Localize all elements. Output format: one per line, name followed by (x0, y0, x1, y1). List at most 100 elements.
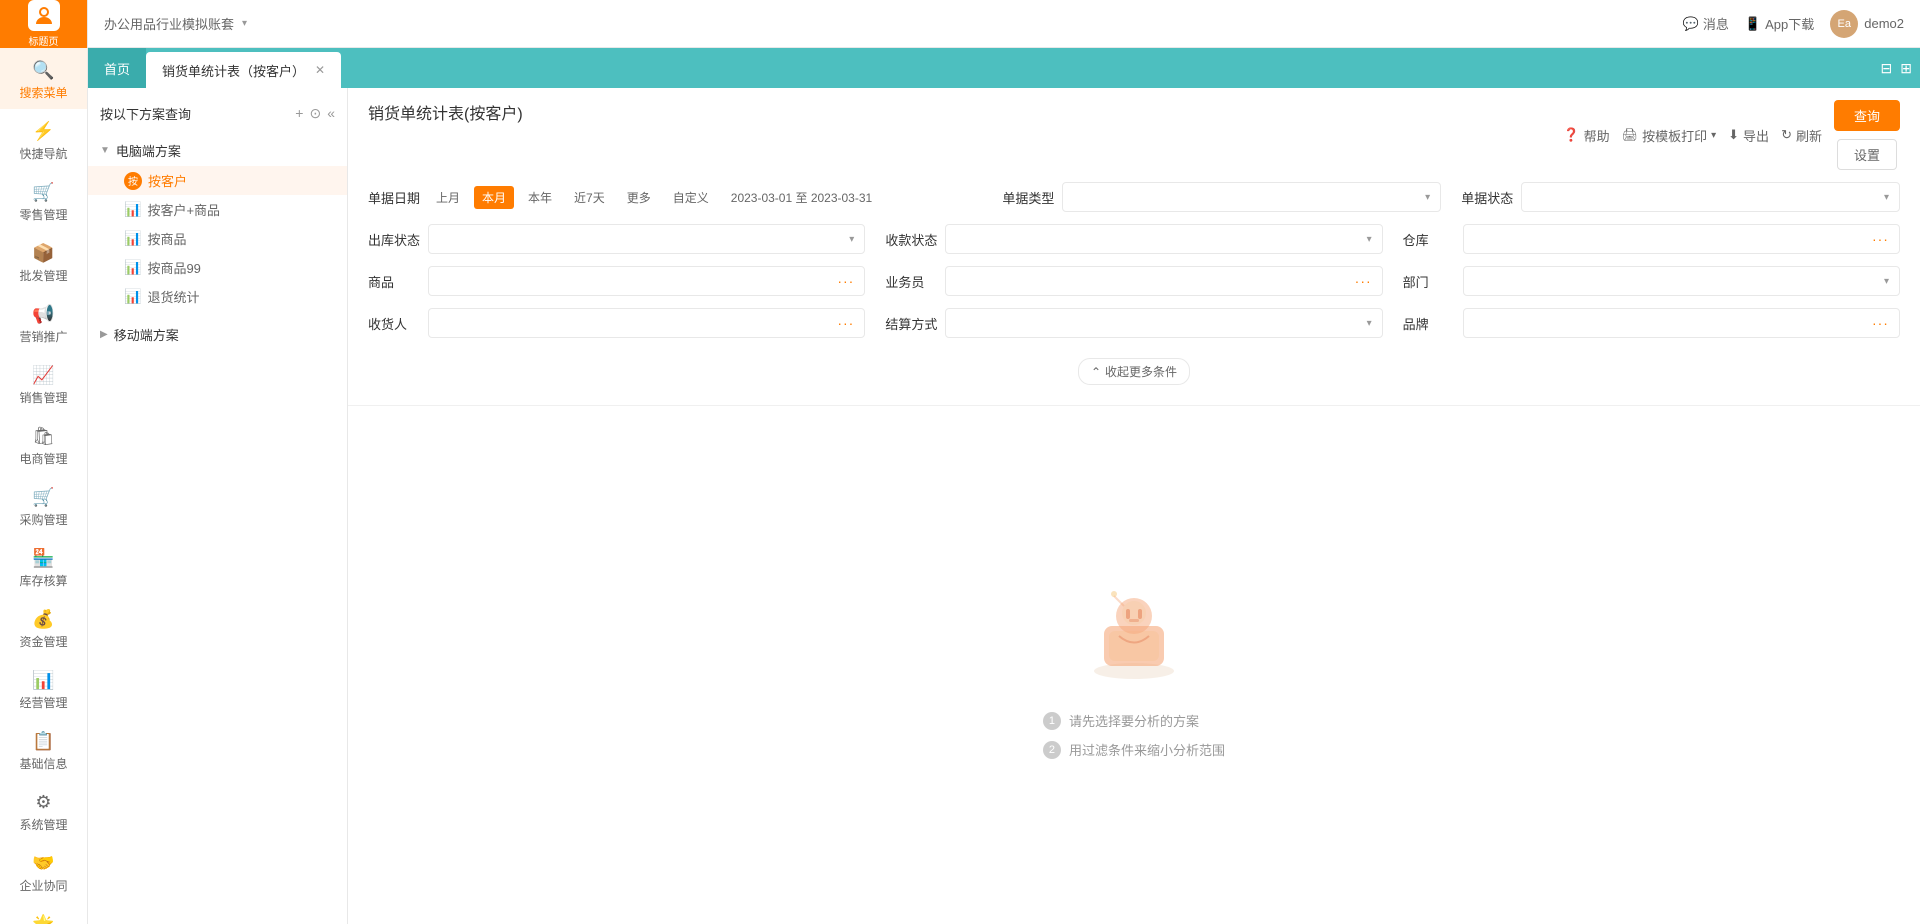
user-profile-btn[interactable]: Ea demo2 (1830, 10, 1904, 38)
goods-more-icon: ··· (837, 273, 854, 289)
out-status-label: 出库状态 (368, 230, 428, 249)
collapse-panel-btn[interactable]: « (327, 105, 335, 122)
empty-tip-1: 1 请先选择要分析的方案 (1043, 711, 1225, 730)
industry-label[interactable]: 办公用品行业模拟账套 (104, 14, 234, 33)
sidebar-item-system[interactable]: ⚙ 系统管理 (0, 780, 87, 841)
sidebar-item-search-menu[interactable]: 🔍 搜索菜单 (0, 48, 87, 109)
query-button[interactable]: 查询 (1834, 100, 1900, 131)
tip-text-1: 请先选择要分析的方案 (1069, 711, 1199, 730)
receipt-status-control[interactable]: ▾ (945, 224, 1382, 254)
date-tab-last-7[interactable]: 近7天 (566, 186, 613, 209)
sidebar-item-sales[interactable]: 📈 销售管理 (0, 353, 87, 414)
empty-state: 1 请先选择要分析的方案 2 用过滤条件来缩小分析范围 (348, 406, 1920, 924)
message-btn[interactable]: 💬 消息 (1683, 14, 1729, 33)
tab-sales-stats[interactable]: 销货单统计表（按客户） ✕ (146, 52, 341, 88)
date-tab-last-month[interactable]: 上月 (428, 186, 468, 209)
return-stats-icon: 📊 (124, 288, 141, 305)
filter-row-1: 单据日期 上月 本月 本年 近7天 更多 自定义 2023-03-01 至 20… (368, 182, 1900, 212)
by-cust-goods-icon: 📊 (124, 201, 141, 218)
filter-doc-status: 单据状态 ▾ (1461, 182, 1900, 212)
receiver-control[interactable]: ··· (428, 308, 865, 338)
sidebar-item-operations[interactable]: 📊 经营管理 (0, 658, 87, 719)
tree-expand-icon: ▼ (100, 145, 110, 156)
user-avatar: Ea (1830, 10, 1858, 38)
filter-receipt-status: 收款状态 ▾ (885, 224, 1382, 254)
tab-minimize-icon[interactable]: ⊟ (1881, 60, 1893, 77)
sidebar-label-quick: 快捷导航 (19, 145, 67, 162)
left-panel: 按以下方案查询 + ⊙ « ▼ 电脑端方案 按 按客户 📊 按客 (88, 88, 348, 924)
date-tab-custom[interactable]: 自定义 (665, 186, 717, 209)
sidebar-item-newbie[interactable]: 🌟 新手引导 (0, 902, 87, 924)
logo-area[interactable]: 标题页 (0, 0, 87, 48)
out-status-dropdown-icon: ▾ (849, 234, 854, 245)
print-icon: 🖨 (1622, 127, 1639, 143)
doc-status-label: 单据状态 (1461, 188, 1521, 207)
filter-row-2: 出库状态 ▾ 收款状态 ▾ (368, 224, 1900, 254)
logo-text: 标题页 (29, 33, 59, 48)
sidebar-item-marketing[interactable]: 📢 营销推广 (0, 292, 87, 353)
sidebar-label-sales: 销售管理 (19, 389, 67, 406)
marketing-icon: 📢 (32, 304, 54, 325)
tree-child-by-goods-99[interactable]: 📊 按商品99 (88, 253, 347, 282)
sidebar-item-finance[interactable]: 💰 资金管理 (0, 597, 87, 658)
add-scheme-btn[interactable]: + (295, 105, 303, 122)
wholesale-icon: 📦 (32, 243, 54, 264)
help-btn[interactable]: ❓ 帮助 (1563, 126, 1609, 145)
doc-type-label: 单据类型 (1002, 188, 1062, 207)
settlement-control[interactable]: ▾ (945, 308, 1382, 338)
tree-parent-mobile[interactable]: ▶ 移动端方案 (88, 319, 347, 350)
tab-maximize-icon[interactable]: ⊞ (1900, 60, 1912, 77)
main-area: 办公用品行业模拟账套 ▾ 💬 消息 📱 App下载 Ea demo2 首页 (88, 0, 1920, 924)
sidebar-item-enterprise[interactable]: 🤝 企业协同 (0, 841, 87, 902)
sidebar-item-purchase[interactable]: 🛒 采购管理 (0, 475, 87, 536)
by-goods-icon: 📊 (124, 230, 141, 247)
print-btn[interactable]: 🖨 按模板打印 ▾ (1622, 126, 1717, 145)
tree-child-by-customer-goods[interactable]: 📊 按客户+商品 (88, 195, 347, 224)
retail-icon: 🛒 (32, 182, 54, 203)
tab-home[interactable]: 首页 (88, 48, 146, 88)
refresh-btn[interactable]: ↻ 刷新 (1781, 126, 1822, 145)
department-control[interactable]: ▾ (1463, 266, 1900, 296)
warehouse-control[interactable]: ··· (1463, 224, 1900, 254)
sidebar-label-enterprise: 企业协同 (19, 877, 67, 894)
sidebar-item-retail[interactable]: 🛒 零售管理 (0, 170, 87, 231)
doc-type-control[interactable]: ▾ (1062, 182, 1441, 212)
filter-date: 单据日期 上月 本月 本年 近7天 更多 自定义 2023-03-01 至 20… (368, 186, 982, 209)
goods-label: 商品 (368, 272, 428, 291)
sidebar-item-quick-nav[interactable]: ⚡ 快捷导航 (0, 109, 87, 170)
sidebar-label-ecommerce: 电商管理 (19, 450, 67, 467)
industry-dropdown-icon[interactable]: ▾ (242, 18, 247, 29)
tree-child-goods99-label: 按商品99 (147, 258, 200, 277)
header-left: 办公用品行业模拟账套 ▾ (104, 14, 247, 33)
app-download-btn[interactable]: 📱 App下载 (1745, 14, 1814, 33)
collapse-btn[interactable]: ⌃ 收起更多条件 (1078, 358, 1190, 385)
goods-control[interactable]: ··· (428, 266, 865, 296)
department-dropdown-icon: ▾ (1884, 276, 1889, 287)
settings-button[interactable]: 设置 (1837, 139, 1897, 170)
settings-scheme-btn[interactable]: ⊙ (309, 105, 321, 122)
sidebar-item-inventory[interactable]: 🏪 库存核算 (0, 536, 87, 597)
date-tab-this-year[interactable]: 本年 (520, 186, 560, 209)
out-status-control[interactable]: ▾ (428, 224, 865, 254)
right-panel: 销货单统计表(按客户) ❓ 帮助 🖨 按模板打印 ▾ ⬇ (348, 88, 1920, 924)
sidebar-item-basic[interactable]: 📋 基础信息 (0, 719, 87, 780)
tab-close-icon[interactable]: ✕ (315, 63, 325, 77)
salesperson-control[interactable]: ··· (945, 266, 1382, 296)
doc-status-control[interactable]: ▾ (1521, 182, 1900, 212)
tree-parent-desktop[interactable]: ▼ 电脑端方案 (88, 135, 347, 166)
date-tab-more[interactable]: 更多 (619, 186, 659, 209)
tree-child-by-goods[interactable]: 📊 按商品 (88, 224, 347, 253)
export-btn[interactable]: ⬇ 导出 (1728, 126, 1769, 145)
tree-child-by-customer[interactable]: 按 按客户 (88, 166, 347, 195)
tree-child-return-stats[interactable]: 📊 退货统计 (88, 282, 347, 311)
brand-control[interactable]: ··· (1463, 308, 1900, 338)
filter-out-status: 出库状态 ▾ (368, 224, 865, 254)
date-tab-this-month[interactable]: 本月 (474, 186, 514, 209)
sidebar-item-wholesale[interactable]: 📦 批发管理 (0, 231, 87, 292)
tab-expand-area: ⊟ ⊞ (1881, 60, 1912, 77)
tree-section-mobile: ▶ 移动端方案 (88, 315, 347, 354)
collapse-bar: ⌃ 收起更多条件 (368, 350, 1900, 393)
panel-header-label: 按以下方案查询 (100, 104, 191, 123)
sidebar-item-ecommerce[interactable]: 🛍 电商管理 (0, 414, 87, 475)
receipt-status-label: 收款状态 (885, 230, 945, 249)
